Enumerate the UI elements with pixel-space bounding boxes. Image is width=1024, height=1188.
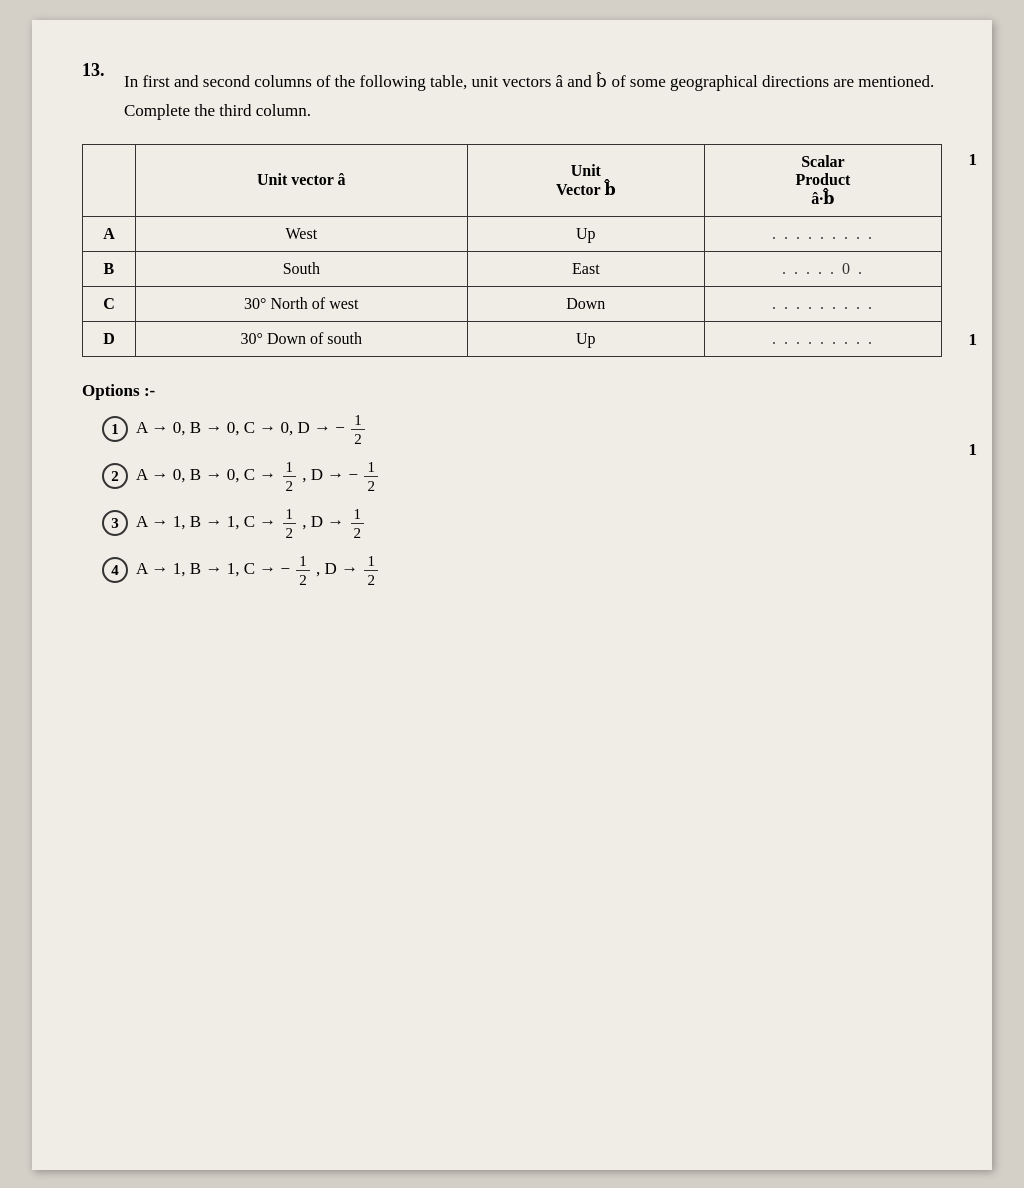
margin-number-2: 1: [969, 330, 978, 350]
question-text: In first and second columns of the follo…: [124, 60, 942, 126]
answer-d: . . . . . . . . .: [772, 330, 874, 347]
option-1-number[interactable]: 1: [102, 416, 128, 442]
answer-a: . . . . . . . . .: [772, 225, 874, 242]
table-row: A West Up . . . . . . . . .: [83, 216, 942, 251]
header-unit-b: UnitVector b̂: [467, 144, 704, 216]
frac-4b-num: 1: [364, 552, 378, 571]
header-unit-a: Unit vector â: [135, 144, 467, 216]
margin-number-3: 1: [969, 440, 978, 460]
row-a-col3: . . . . . . . . .: [704, 216, 941, 251]
fraction-3b: 1 2: [351, 505, 365, 542]
row-c-col2: Down: [467, 286, 704, 321]
header-scalar: ScalarProductâ·b̂: [704, 144, 941, 216]
answer-b: . . . . . 0 .: [782, 260, 864, 277]
row-b-col1: South: [135, 251, 467, 286]
row-label-a: A: [83, 216, 136, 251]
fraction-1: 1 2: [351, 411, 365, 448]
row-label-d: D: [83, 321, 136, 356]
frac-2b-num: 1: [364, 458, 378, 477]
vector-a-hat: â: [556, 60, 564, 97]
fraction-2a: 1 2: [283, 458, 297, 495]
option-3-text: A → 1, B → 1, C → 1 2 , D → 1 2: [136, 505, 366, 542]
option-3-number[interactable]: 3: [102, 510, 128, 536]
page: 1 1 1 13. In first and second columns of…: [32, 20, 992, 1170]
vector-b-hat: b̂: [596, 60, 607, 97]
table-header-row: Unit vector â UnitVector b̂ ScalarProduc…: [83, 144, 942, 216]
frac-2a-num: 1: [283, 458, 297, 477]
row-d-col1: 30° Down of south: [135, 321, 467, 356]
frac-1-den: 2: [351, 430, 365, 448]
table-container: Unit vector â UnitVector b̂ ScalarProduc…: [82, 144, 942, 357]
frac-4a-den: 2: [296, 571, 310, 589]
row-c-col3: . . . . . . . . .: [704, 286, 941, 321]
table-row: C 30° North of west Down . . . . . . . .…: [83, 286, 942, 321]
fraction-3a: 1 2: [283, 505, 297, 542]
answer-c: . . . . . . . . .: [772, 295, 874, 312]
option-2-number[interactable]: 2: [102, 463, 128, 489]
frac-3b-den: 2: [351, 524, 365, 542]
frac-2b-den: 2: [364, 477, 378, 495]
row-label-b: B: [83, 251, 136, 286]
question-block: 13. In first and second columns of the f…: [82, 60, 942, 126]
frac-3b-num: 1: [351, 505, 365, 524]
data-table: Unit vector â UnitVector b̂ ScalarProduc…: [82, 144, 942, 357]
frac-1-num: 1: [351, 411, 365, 430]
options-label: Options :-: [82, 381, 942, 401]
row-d-col3: . . . . . . . . .: [704, 321, 941, 356]
row-label-c: C: [83, 286, 136, 321]
row-d-col2: Up: [467, 321, 704, 356]
question-number: 13.: [82, 60, 112, 81]
row-a-col2: Up: [467, 216, 704, 251]
row-a-col1: West: [135, 216, 467, 251]
row-b-col2: East: [467, 251, 704, 286]
option-3[interactable]: 3 A → 1, B → 1, C → 1 2 , D → 1 2: [102, 505, 942, 542]
frac-2a-den: 2: [283, 477, 297, 495]
table-row: B South East . . . . . 0 .: [83, 251, 942, 286]
frac-3a-num: 1: [283, 505, 297, 524]
margin-number-1: 1: [969, 150, 978, 170]
option-2-text: A → 0, B → 0, C → 1 2 , D → − 1 2: [136, 458, 380, 495]
option-2[interactable]: 2 A → 0, B → 0, C → 1 2 , D → − 1 2: [102, 458, 942, 495]
frac-4b-den: 2: [364, 571, 378, 589]
option-4-text: A → 1, B → 1, C → − 1 2 , D → 1 2: [136, 552, 380, 589]
row-b-col3: . . . . . 0 .: [704, 251, 941, 286]
option-1-text: A → 0, B → 0, C → 0, D → − 1 2: [136, 411, 367, 448]
frac-3a-den: 2: [283, 524, 297, 542]
fraction-4b: 1 2: [364, 552, 378, 589]
table-row: D 30° Down of south Up . . . . . . . . .: [83, 321, 942, 356]
header-row-label: [83, 144, 136, 216]
option-1[interactable]: 1 A → 0, B → 0, C → 0, D → − 1 2: [102, 411, 942, 448]
option-4[interactable]: 4 A → 1, B → 1, C → − 1 2 , D → 1 2: [102, 552, 942, 589]
option-4-number[interactable]: 4: [102, 557, 128, 583]
fraction-2b: 1 2: [364, 458, 378, 495]
row-c-col1: 30° North of west: [135, 286, 467, 321]
frac-4a-num: 1: [296, 552, 310, 571]
fraction-4a: 1 2: [296, 552, 310, 589]
